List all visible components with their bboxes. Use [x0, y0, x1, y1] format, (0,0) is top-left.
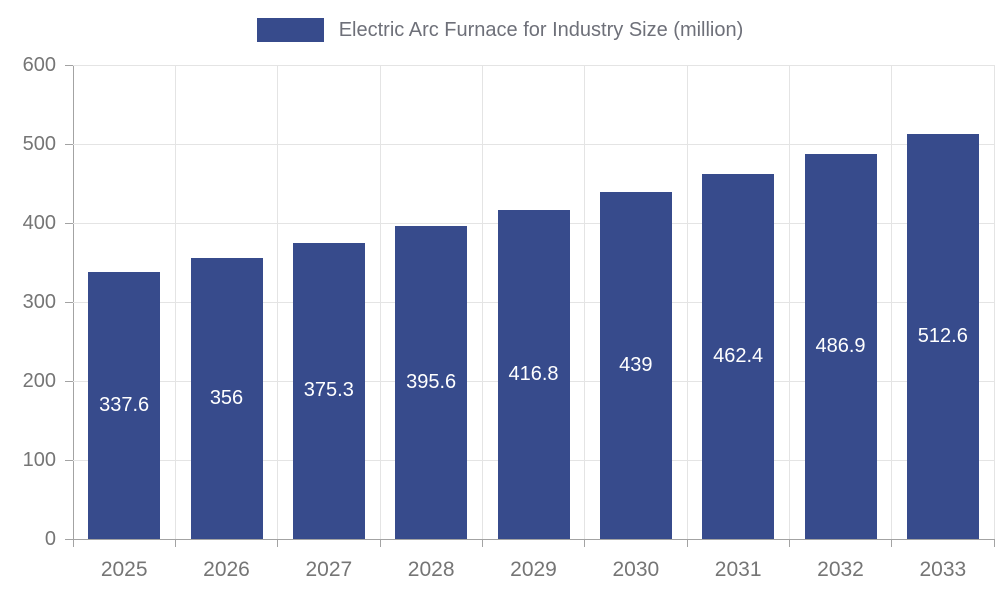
- x-gridline: [686, 65, 688, 539]
- y-axis-tick-label: 200: [22, 370, 56, 392]
- bar-2025[interactable]: 337.6: [88, 272, 161, 539]
- bar-2026[interactable]: 356: [190, 257, 263, 539]
- y-axis-tick: [65, 64, 73, 66]
- bar-2031[interactable]: 462.4: [702, 173, 775, 539]
- y-axis-tick: [65, 222, 73, 224]
- x-axis-tick: [277, 539, 279, 547]
- y-axis-tick-label: 500: [22, 133, 56, 155]
- bar-value-label: 337.6: [99, 394, 150, 417]
- x-axis-tick: [481, 539, 483, 547]
- plot-area: 0 100 200 300 400 500 600 337.6 2025 356 2026 375.3…: [23, 54, 995, 581]
- bar-value-label: 439: [619, 354, 653, 377]
- bar-2033[interactable]: 512.6: [906, 134, 979, 539]
- x-axis-tick: [174, 539, 176, 547]
- legend-label: Electric Arc Furnace for Industry Size (…: [338, 19, 744, 41]
- y-axis-tick-label: 100: [22, 449, 56, 471]
- x-axis-tick: [72, 539, 74, 547]
- y-axis-tick-label: 400: [22, 212, 56, 234]
- legend-item[interactable]: Electric Arc Furnace for Industry Size (…: [0, 18, 1000, 42]
- x-axis-line: [73, 539, 994, 540]
- x-gridline: [174, 65, 176, 539]
- x-axis-tick: [584, 539, 586, 547]
- y-gridline: [73, 143, 994, 145]
- bar-value-label: 416.8: [508, 362, 559, 385]
- bar-value-label: 486.9: [815, 335, 866, 358]
- x-gridline: [584, 65, 586, 539]
- x-axis-tick: [686, 539, 688, 547]
- bar-chart: Electric Arc Furnace for Industry Size (…: [0, 0, 1000, 600]
- bar-2028[interactable]: 395.6: [395, 226, 468, 539]
- bar-value-label: 375.3: [303, 379, 354, 402]
- y-axis-tick: [65, 301, 73, 303]
- bar-value-label: 462.4: [713, 344, 764, 367]
- bar-value-label: 512.6: [917, 325, 968, 348]
- legend-swatch: [256, 18, 324, 42]
- x-gridline: [277, 65, 279, 539]
- bar-2030[interactable]: 439: [599, 192, 672, 539]
- y-axis-tick: [65, 380, 73, 382]
- y-gridline: [73, 64, 994, 66]
- bar-2027[interactable]: 375.3: [292, 242, 365, 539]
- x-axis-tick: [379, 539, 381, 547]
- bar-2032[interactable]: 486.9: [804, 154, 877, 539]
- x-gridline: [379, 65, 381, 539]
- x-gridline: [993, 65, 995, 539]
- y-axis-tick-label: 600: [22, 54, 56, 76]
- y-axis-tick-label: 0: [44, 528, 56, 550]
- bar-2029[interactable]: 416.8: [497, 209, 570, 539]
- x-gridline: [481, 65, 483, 539]
- x-axis-tick: [891, 539, 893, 547]
- x-gridline: [891, 65, 893, 539]
- x-axis-category-label: 2033: [919, 558, 967, 581]
- x-gridline: [788, 65, 790, 539]
- y-axis-tick: [65, 143, 73, 145]
- bar-value-label: 395.6: [406, 371, 457, 394]
- y-axis-tick: [65, 459, 73, 461]
- x-axis-tick: [788, 539, 790, 547]
- bar-value-label: 356: [209, 386, 244, 409]
- y-axis-tick-label: 300: [22, 291, 56, 313]
- x-axis-tick: [993, 539, 995, 547]
